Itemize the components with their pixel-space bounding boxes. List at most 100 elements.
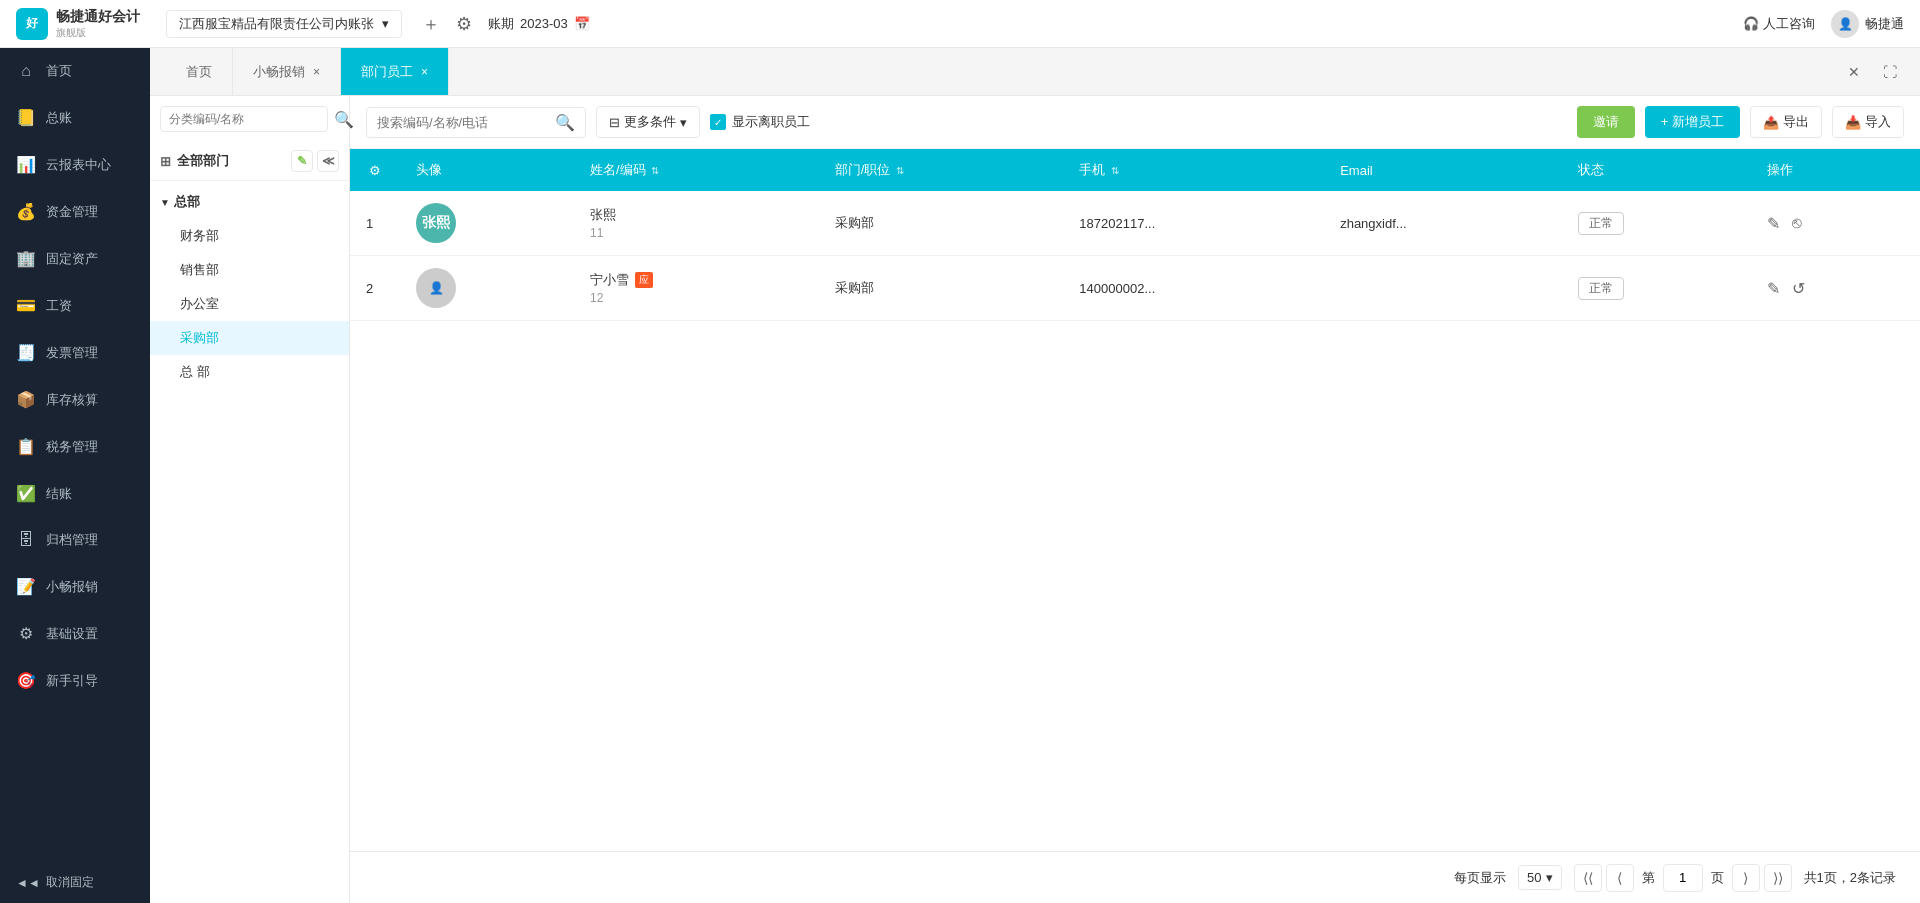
top-bar-middle: ＋ ⚙ 账期 2023-03 📅 xyxy=(422,12,1743,36)
page-unit: 页 xyxy=(1711,869,1724,887)
delete-icon-2[interactable]: ↺ xyxy=(1792,279,1805,298)
sidebar-item-tax[interactable]: 📋 税务管理 xyxy=(0,423,150,470)
logout-icon-1[interactable]: ⎋ xyxy=(1792,214,1802,232)
employee-table: ⚙ 头像 姓名/编码 ⇅ 部门/职位 ⇅ 手机 ⇅ Email 状态 操作 xyxy=(350,149,1920,321)
row-actions-2: ✎ ↺ xyxy=(1751,256,1920,321)
user-area[interactable]: 👤 畅捷通 xyxy=(1831,10,1904,38)
export-button[interactable]: 📤 导出 xyxy=(1750,106,1822,138)
service-button[interactable]: 🎧 人工咨询 xyxy=(1743,15,1815,33)
filter-button[interactable]: ⊟ 更多条件 ▾ xyxy=(596,106,700,138)
pagination-bar: 每页显示 50 ▾ ⟨⟨ ⟨ 第 页 ⟩ ⟩⟩ 共1页，2条记录 xyxy=(350,851,1920,903)
row-index-2: 2 xyxy=(350,256,400,321)
sidebar-item-salary[interactable]: 💳 工资 xyxy=(0,282,150,329)
sidebar-item-settings[interactable]: ⚙ 基础设置 xyxy=(0,610,150,657)
employee-search-box: 🔍 xyxy=(366,107,586,138)
dept-collapse-icon[interactable]: ≪ xyxy=(317,150,339,172)
sidebar-item-archive[interactable]: 🗄 归档管理 xyxy=(0,517,150,563)
sidebar-item-inventory[interactable]: 📦 库存核算 xyxy=(0,376,150,423)
calendar-icon[interactable]: 📅 xyxy=(574,16,590,31)
departed-label: 显示离职员工 xyxy=(732,113,810,131)
tab-expense[interactable]: 小畅报销 × xyxy=(233,48,341,95)
invite-button[interactable]: 邀请 xyxy=(1577,106,1635,138)
col-phone[interactable]: 手机 ⇅ xyxy=(1063,149,1324,191)
import-button[interactable]: 📥 导入 xyxy=(1832,106,1904,138)
top-bar: 好 畅捷通好会计 旗舰版 江西服宝精品有限责任公司内账张 ▾ ＋ ⚙ 账期 20… xyxy=(0,0,1920,48)
sidebar-item-expense[interactable]: 📝 小畅报销 xyxy=(0,563,150,610)
dept-node-parent[interactable]: ▼ 总部 xyxy=(150,185,349,219)
dept-node-office[interactable]: 办公室 xyxy=(150,287,349,321)
col-settings[interactable]: ⚙ xyxy=(350,149,400,191)
sidebar-item-label: 归档管理 xyxy=(46,531,98,549)
sidebar-item-label: 资金管理 xyxy=(46,203,98,221)
sidebar-item-label: 首页 xyxy=(46,62,72,80)
dept-header-icons: ✎ ≪ xyxy=(291,150,339,172)
page-number-input[interactable] xyxy=(1663,864,1703,892)
show-departed-toggle[interactable]: ✓ 显示离职员工 xyxy=(710,113,810,131)
tab-maximize[interactable]: ⛶ xyxy=(1876,58,1904,86)
app-title: 畅捷通好会计 xyxy=(56,8,140,26)
col-dept[interactable]: 部门/职位 ⇅ xyxy=(819,149,1064,191)
dept-node-sales[interactable]: 销售部 xyxy=(150,253,349,287)
sidebar-item-invoice[interactable]: 🧾 发票管理 xyxy=(0,329,150,376)
tab-department[interactable]: 部门员工 × xyxy=(341,48,449,95)
badge-ying-2: 应 xyxy=(635,272,653,288)
tab-close-window[interactable]: ✕ xyxy=(1840,58,1868,86)
table-header: ⚙ 头像 姓名/编码 ⇅ 部门/职位 ⇅ 手机 ⇅ Email 状态 操作 xyxy=(350,149,1920,191)
ledger-icon: 📒 xyxy=(16,108,36,127)
tab-home-label: 首页 xyxy=(186,63,212,81)
settings-icon[interactable]: ⚙ xyxy=(456,13,472,35)
reports-icon: 📊 xyxy=(16,155,36,174)
sidebar-item-label: 结账 xyxy=(46,485,72,503)
company-selector[interactable]: 江西服宝精品有限责任公司内账张 ▾ xyxy=(166,10,402,38)
add-icon[interactable]: ＋ xyxy=(422,12,440,36)
departed-checkbox[interactable]: ✓ xyxy=(710,114,726,130)
employee-name-1: 张熙 xyxy=(590,206,616,224)
search-icon[interactable]: 🔍 xyxy=(555,113,575,132)
edit-icon-1[interactable]: ✎ xyxy=(1767,214,1780,233)
sidebar-item-label: 工资 xyxy=(46,297,72,315)
dept-hq-label: 总 部 xyxy=(180,363,210,381)
sidebar-item-home[interactable]: ⌂ 首页 xyxy=(0,48,150,94)
dept-node-hq[interactable]: 总 部 xyxy=(150,355,349,389)
dept-search-area: 🔍 xyxy=(150,96,349,142)
per-page-select[interactable]: 50 ▾ xyxy=(1518,865,1561,890)
sidebar-item-ledger[interactable]: 📒 总账 xyxy=(0,94,150,141)
tab-department-close[interactable]: × xyxy=(421,65,428,79)
dept-add-icon[interactable]: ✎ xyxy=(291,150,313,172)
cancel-fixed-label: 取消固定 xyxy=(46,874,94,891)
sidebar-item-reports[interactable]: 📊 云报表中心 xyxy=(0,141,150,188)
tab-expense-close[interactable]: × xyxy=(313,65,320,79)
sidebar-item-assets[interactable]: 🏢 固定资产 xyxy=(0,235,150,282)
next-page-button[interactable]: ⟩ xyxy=(1732,864,1760,892)
sidebar-item-label: 税务管理 xyxy=(46,438,98,456)
all-dept-label: 全部部门 xyxy=(177,152,229,170)
tab-home[interactable]: 首页 xyxy=(166,48,233,95)
sidebar-item-label: 基础设置 xyxy=(46,625,98,643)
dept-node-finance[interactable]: 财务部 xyxy=(150,219,349,253)
dept-purchase-label: 采购部 xyxy=(180,329,219,347)
logo-icon: 好 xyxy=(16,8,48,40)
employee-name-2: 宁小雪 xyxy=(590,271,629,289)
dept-node-purchase[interactable]: 采购部 xyxy=(150,321,349,355)
col-name[interactable]: 姓名/编码 ⇅ xyxy=(574,149,819,191)
sidebar-item-guide[interactable]: 🎯 新手引导 xyxy=(0,657,150,704)
cancel-fixed-button[interactable]: ◄◄ 取消固定 xyxy=(0,862,150,903)
tax-icon: 📋 xyxy=(16,437,36,456)
table-row: 1 张熙 张熙 11 xyxy=(350,191,1920,256)
add-employee-button[interactable]: + 新增员工 xyxy=(1645,106,1740,138)
closing-icon: ✅ xyxy=(16,484,36,503)
settings-nav-icon: ⚙ xyxy=(16,624,36,643)
sidebar-item-closing[interactable]: ✅ 结账 xyxy=(0,470,150,517)
edit-icon-2[interactable]: ✎ xyxy=(1767,279,1780,298)
employee-search-input[interactable] xyxy=(377,115,549,130)
archive-icon: 🗄 xyxy=(16,531,36,549)
page-nav: ⟨⟨ ⟨ 第 页 ⟩ ⟩⟩ xyxy=(1574,864,1792,892)
prev-page-button[interactable]: ⟨ xyxy=(1606,864,1634,892)
sidebar-item-funds[interactable]: 💰 资金管理 xyxy=(0,188,150,235)
tab-actions: ✕ ⛶ xyxy=(1840,58,1904,86)
dept-search-input[interactable] xyxy=(160,106,328,132)
last-page-button[interactable]: ⟩⟩ xyxy=(1764,864,1792,892)
content-area: 首页 小畅报销 × 部门员工 × ✕ ⛶ 🔍 xyxy=(150,48,1920,903)
dept-tree: ▼ 总部 财务部 销售部 办公室 采购部 xyxy=(150,181,349,903)
first-page-button[interactable]: ⟨⟨ xyxy=(1574,864,1602,892)
